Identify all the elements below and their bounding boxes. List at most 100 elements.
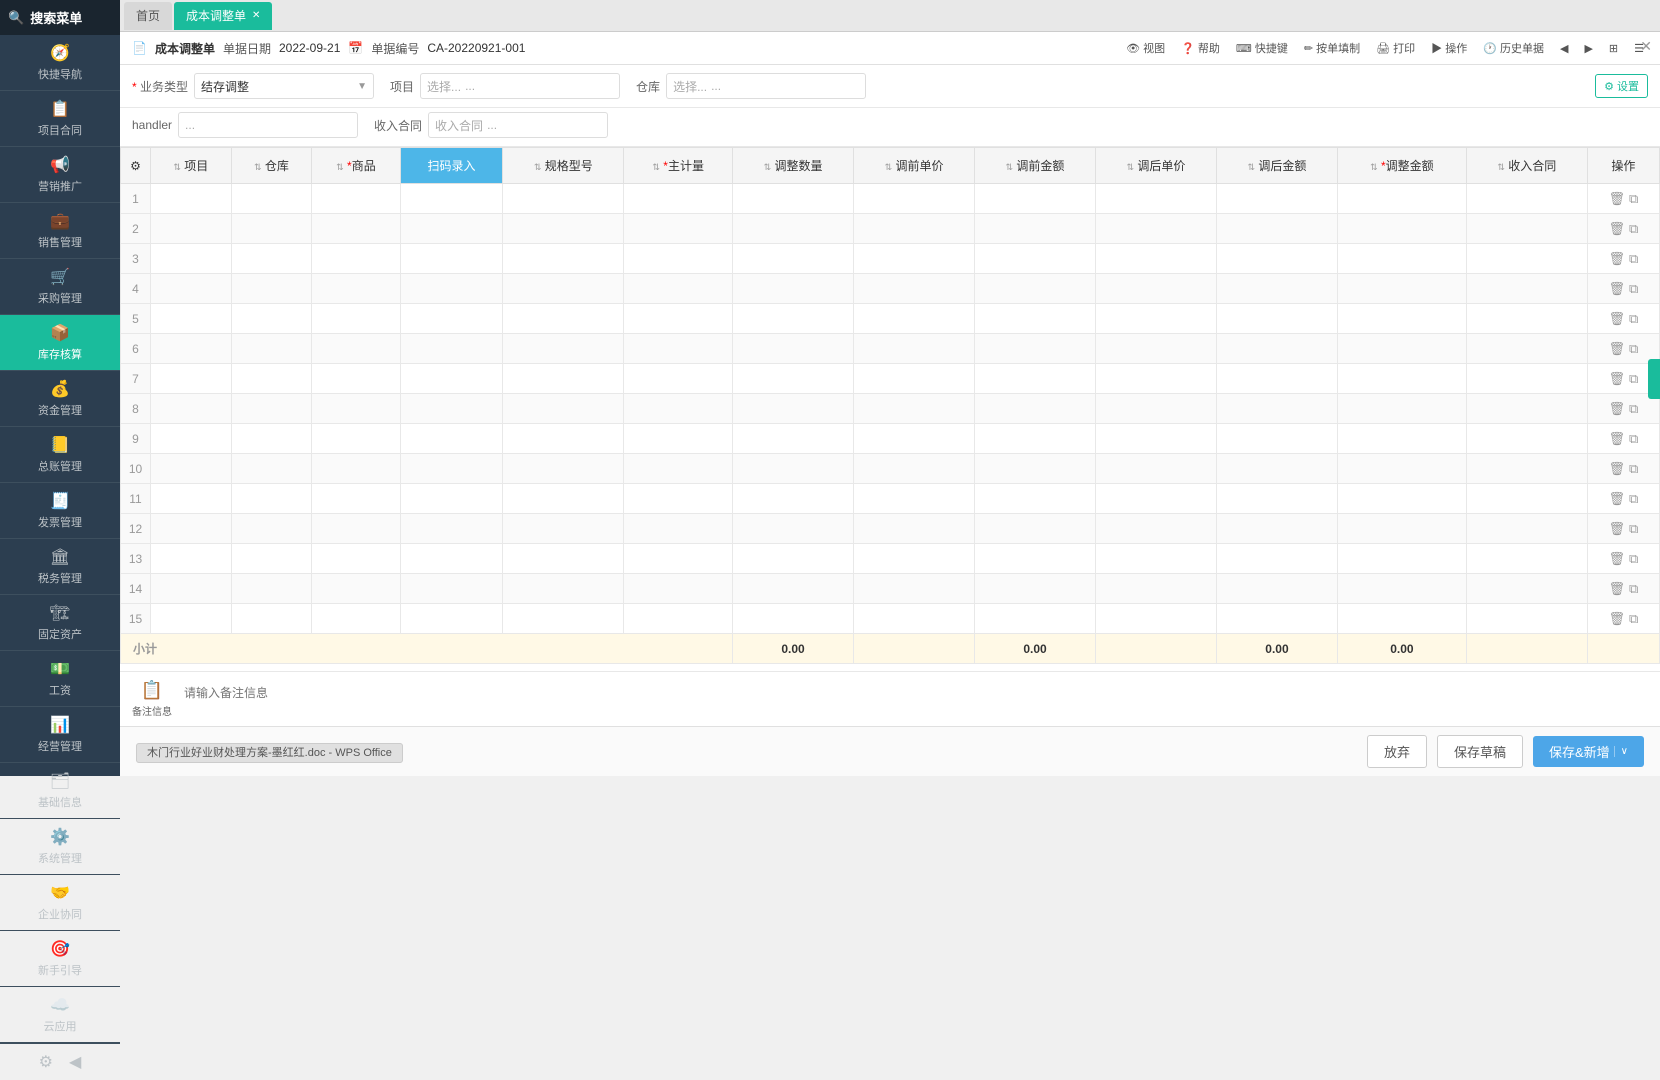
collapse-icon[interactable]: ◀ bbox=[69, 1052, 81, 1072]
cell-11-9[interactable] bbox=[1095, 484, 1216, 514]
cell-8-3[interactable] bbox=[400, 394, 503, 424]
row-copy-15[interactable]: ⧉ bbox=[1629, 611, 1638, 627]
cell-12-6[interactable] bbox=[733, 514, 854, 544]
project-input[interactable]: 选择... ... bbox=[420, 73, 620, 99]
cell-4-12[interactable] bbox=[1466, 274, 1587, 304]
cell-9-6[interactable] bbox=[733, 424, 854, 454]
cell-13-7[interactable] bbox=[854, 544, 975, 574]
cell-13-9[interactable] bbox=[1095, 544, 1216, 574]
cell-11-0[interactable] bbox=[151, 484, 232, 514]
cell-15-5[interactable] bbox=[624, 604, 733, 634]
cell-8-0[interactable] bbox=[151, 394, 232, 424]
cell-14-1[interactable] bbox=[231, 574, 312, 604]
row-delete-6[interactable]: 🗑 bbox=[1609, 341, 1626, 357]
history-btn[interactable]: 🕐 历史单据 bbox=[1479, 38, 1548, 58]
cell-2-11[interactable] bbox=[1337, 214, 1466, 244]
row-copy-8[interactable]: ⧉ bbox=[1629, 401, 1638, 417]
business-type-input[interactable]: 结存调整 ▼ bbox=[194, 73, 374, 99]
cell-12-8[interactable] bbox=[975, 514, 1096, 544]
sidebar-item-payroll[interactable]: 💵工资 bbox=[0, 651, 120, 707]
income-contract-input[interactable]: 收入合同 ... bbox=[428, 112, 608, 138]
cell-5-10[interactable] bbox=[1216, 304, 1337, 334]
cell-6-0[interactable] bbox=[151, 334, 232, 364]
cell-4-9[interactable] bbox=[1095, 274, 1216, 304]
sidebar-item-fixed-assets[interactable]: 🏗固定资产 bbox=[0, 595, 120, 651]
row-copy-11[interactable]: ⧉ bbox=[1629, 491, 1638, 507]
cell-3-7[interactable] bbox=[854, 244, 975, 274]
view-btn[interactable]: 👁 视图 bbox=[1122, 38, 1169, 58]
cell-2-9[interactable] bbox=[1095, 214, 1216, 244]
cell-13-0[interactable] bbox=[151, 544, 232, 574]
cell-9-5[interactable] bbox=[624, 424, 733, 454]
cell-14-5[interactable] bbox=[624, 574, 733, 604]
cell-13-4[interactable] bbox=[503, 544, 624, 574]
cell-11-8[interactable] bbox=[975, 484, 1096, 514]
cell-6-8[interactable] bbox=[975, 334, 1096, 364]
cell-9-0[interactable] bbox=[151, 424, 232, 454]
cell-4-6[interactable] bbox=[733, 274, 854, 304]
sidebar-item-new-guide[interactable]: 🎯新手引导 bbox=[0, 931, 120, 987]
cell-10-11[interactable] bbox=[1337, 454, 1466, 484]
sidebar-item-sales-mgmt[interactable]: 💼销售管理 bbox=[0, 203, 120, 259]
cell-7-10[interactable] bbox=[1216, 364, 1337, 394]
tab-cost-adjust[interactable]: 成本调整单✕ bbox=[174, 2, 272, 30]
cell-3-5[interactable] bbox=[624, 244, 733, 274]
cell-15-3[interactable] bbox=[400, 604, 503, 634]
panel-close-btn[interactable]: ✕ bbox=[1640, 38, 1652, 55]
cell-5-7[interactable] bbox=[854, 304, 975, 334]
cell-5-11[interactable] bbox=[1337, 304, 1466, 334]
cell-5-9[interactable] bbox=[1095, 304, 1216, 334]
cell-8-8[interactable] bbox=[975, 394, 1096, 424]
cell-8-4[interactable] bbox=[503, 394, 624, 424]
row-delete-9[interactable]: 🗑 bbox=[1609, 431, 1626, 447]
cell-12-11[interactable] bbox=[1337, 514, 1466, 544]
settings-btn[interactable]: ⚙ 设置 bbox=[1595, 74, 1648, 98]
cell-8-10[interactable] bbox=[1216, 394, 1337, 424]
cell-12-10[interactable] bbox=[1216, 514, 1337, 544]
cell-11-3[interactable] bbox=[400, 484, 503, 514]
cell-12-4[interactable] bbox=[503, 514, 624, 544]
cell-2-3[interactable] bbox=[400, 214, 503, 244]
row-delete-3[interactable]: 🗑 bbox=[1609, 251, 1626, 267]
settings-icon[interactable]: ⚙ bbox=[39, 1052, 53, 1072]
row-delete-7[interactable]: 🗑 bbox=[1609, 371, 1626, 387]
cell-6-9[interactable] bbox=[1095, 334, 1216, 364]
cell-1-10[interactable] bbox=[1216, 184, 1337, 214]
cell-7-2[interactable] bbox=[312, 364, 400, 394]
batch-edit-btn[interactable]: ✏ 按单填制 bbox=[1300, 38, 1364, 58]
cell-8-1[interactable] bbox=[231, 394, 312, 424]
cell-15-1[interactable] bbox=[231, 604, 312, 634]
row-delete-4[interactable]: 🗑 bbox=[1609, 281, 1626, 297]
cell-3-0[interactable] bbox=[151, 244, 232, 274]
warehouse-input[interactable]: 选择... ... bbox=[666, 73, 866, 99]
cell-3-8[interactable] bbox=[975, 244, 1096, 274]
cell-4-4[interactable] bbox=[503, 274, 624, 304]
cell-9-4[interactable] bbox=[503, 424, 624, 454]
cell-15-6[interactable] bbox=[733, 604, 854, 634]
sidebar-item-inventory[interactable]: 📦库存核算 bbox=[0, 315, 120, 371]
cell-1-1[interactable] bbox=[231, 184, 312, 214]
cell-5-0[interactable] bbox=[151, 304, 232, 334]
cell-7-11[interactable] bbox=[1337, 364, 1466, 394]
sidebar-item-ledger-mgmt[interactable]: 📒总账管理 bbox=[0, 427, 120, 483]
cell-10-6[interactable] bbox=[733, 454, 854, 484]
nav-next-btn[interactable]: ▶ bbox=[1580, 40, 1596, 57]
notes-input[interactable] bbox=[180, 680, 1648, 716]
cell-7-12[interactable] bbox=[1466, 364, 1587, 394]
cell-1-7[interactable] bbox=[854, 184, 975, 214]
cell-14-10[interactable] bbox=[1216, 574, 1337, 604]
cell-6-6[interactable] bbox=[733, 334, 854, 364]
cell-12-0[interactable] bbox=[151, 514, 232, 544]
cell-13-11[interactable] bbox=[1337, 544, 1466, 574]
shortcut-btn[interactable]: ⌨ 快捷键 bbox=[1232, 38, 1292, 58]
cell-10-5[interactable] bbox=[624, 454, 733, 484]
cell-9-1[interactable] bbox=[231, 424, 312, 454]
cell-3-1[interactable] bbox=[231, 244, 312, 274]
cell-10-3[interactable] bbox=[400, 454, 503, 484]
cell-9-3[interactable] bbox=[400, 424, 503, 454]
cell-5-2[interactable] bbox=[312, 304, 400, 334]
row-copy-12[interactable]: ⧉ bbox=[1629, 521, 1638, 537]
cell-6-5[interactable] bbox=[624, 334, 733, 364]
cell-1-8[interactable] bbox=[975, 184, 1096, 214]
row-copy-4[interactable]: ⧉ bbox=[1629, 281, 1638, 297]
